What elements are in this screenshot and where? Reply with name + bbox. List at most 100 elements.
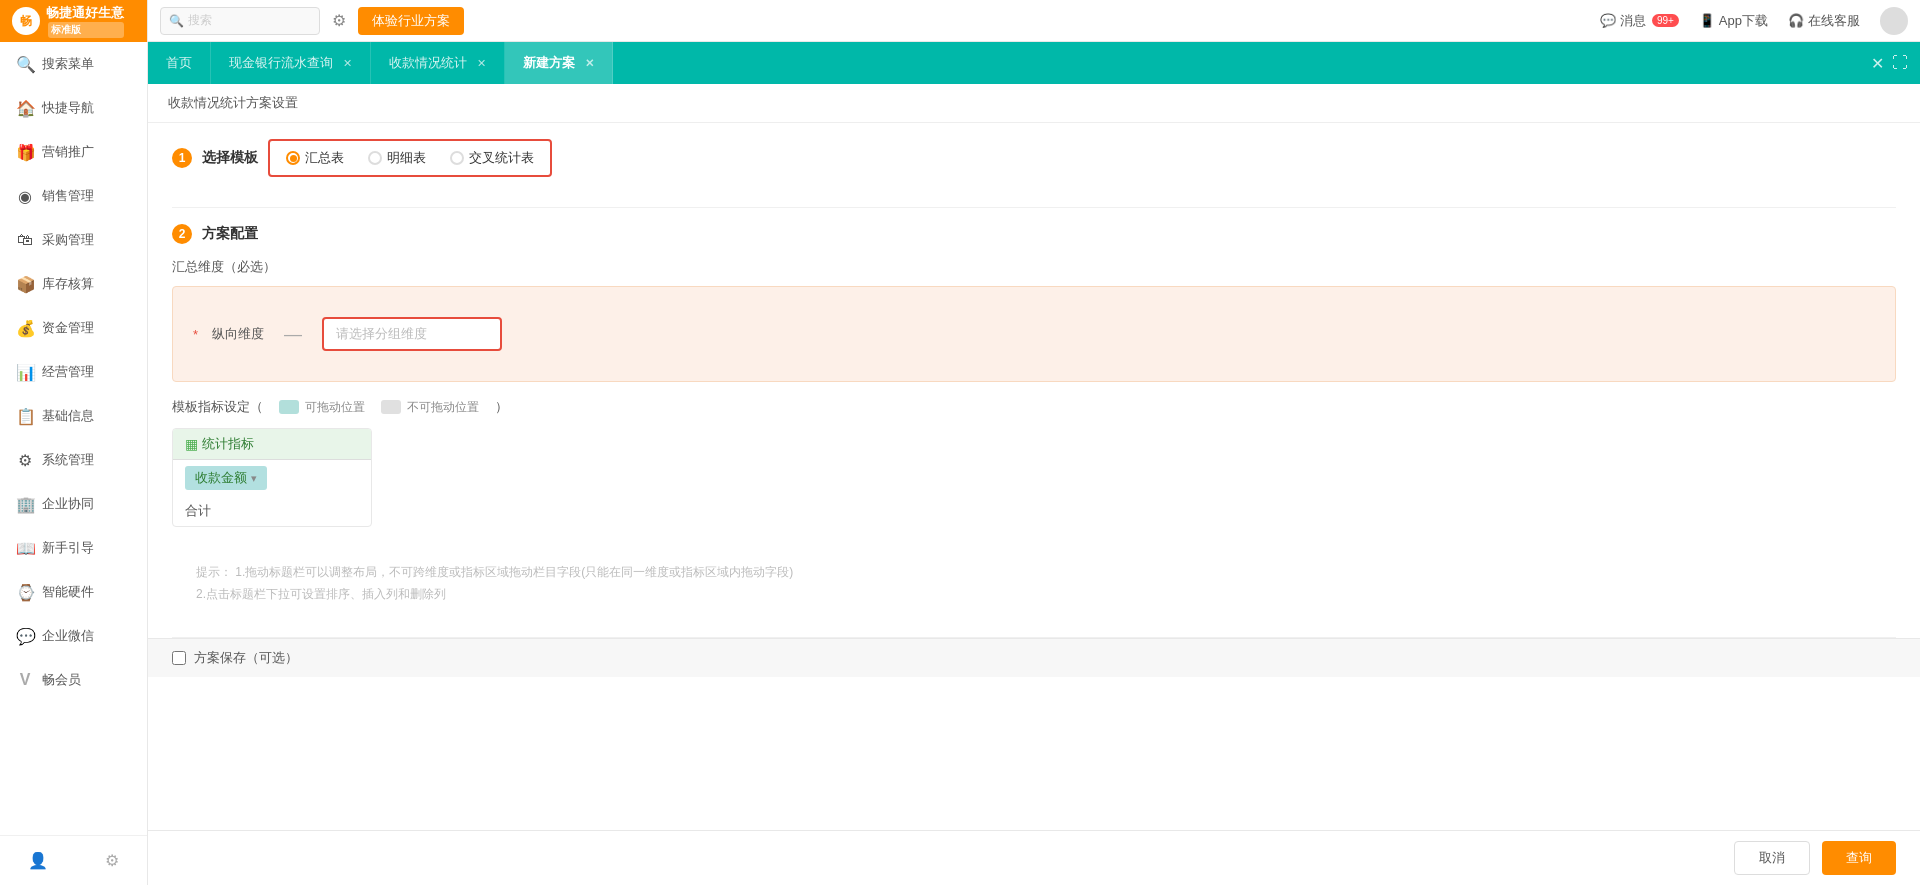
sidebar-item-enterprise-collab-label: 企业协同 bbox=[42, 495, 94, 513]
enterprise-collab-icon: 🏢 bbox=[16, 495, 34, 514]
sidebar-item-purchase[interactable]: 🛍 采购管理 bbox=[0, 218, 147, 262]
logo-text: 畅捷通好生意 bbox=[46, 4, 124, 22]
sidebar-item-sales-label: 销售管理 bbox=[42, 187, 94, 205]
sidebar-item-enterprise-wechat-label: 企业微信 bbox=[42, 627, 94, 645]
radio-detail[interactable]: 明细表 bbox=[368, 149, 426, 167]
sidebar-item-newbie[interactable]: 📖 新手引导 bbox=[0, 526, 147, 570]
tab-new-plan[interactable]: 新建方案 ✕ bbox=[505, 42, 613, 84]
smart-hw-icon: ⌚ bbox=[16, 583, 34, 602]
cancel-button[interactable]: 取消 bbox=[1734, 841, 1810, 875]
sidebar-item-operations[interactable]: 📊 经营管理 bbox=[0, 350, 147, 394]
topbar-online-service[interactable]: 🎧 在线客服 bbox=[1788, 12, 1860, 30]
arrow-icon: — bbox=[284, 324, 302, 345]
radio-cross-label: 交叉统计表 bbox=[469, 149, 534, 167]
sidebar-item-inventory-label: 库存核算 bbox=[42, 275, 94, 293]
sidebar-item-enterprise-collab[interactable]: 🏢 企业协同 bbox=[0, 482, 147, 526]
breadcrumb-text: 收款情况统计方案设置 bbox=[168, 95, 298, 110]
content-body: 1 选择模板 汇总表 明细表 交叉统计表 bbox=[148, 123, 1920, 830]
app-download-icon: 📱 bbox=[1699, 13, 1715, 28]
sidebar-item-quick-nav[interactable]: 🏠 快捷导航 bbox=[0, 86, 147, 130]
plan-config: 汇总维度（必选） * 纵向维度 — 请选择分组维度 bbox=[172, 258, 1896, 621]
home-icon: 🏠 bbox=[16, 99, 34, 118]
content-footer: 方案保存（可选） bbox=[148, 638, 1920, 677]
tab-collection-stats-close[interactable]: ✕ bbox=[477, 57, 486, 70]
tips-title: 提示： bbox=[196, 565, 232, 579]
indicator-table-header: ▦ 统计指标 bbox=[173, 429, 371, 460]
sidebar-item-inventory[interactable]: 📦 库存核算 bbox=[0, 262, 147, 306]
sidebar-item-finance[interactable]: 💰 资金管理 bbox=[0, 306, 147, 350]
system-icon: ⚙ bbox=[16, 451, 34, 470]
search-icon: 🔍 bbox=[16, 55, 34, 74]
step1-num: 1 bbox=[172, 148, 192, 168]
sidebar-item-search[interactable]: 🔍 搜索菜单 bbox=[0, 42, 147, 86]
topbar-app-download[interactable]: 📱 App下载 bbox=[1699, 12, 1768, 30]
user-avatar[interactable] bbox=[1880, 7, 1908, 35]
sidebar-item-system[interactable]: ⚙ 系统管理 bbox=[0, 438, 147, 482]
sidebar-item-member-label: 畅会员 bbox=[42, 671, 81, 689]
sidebar-item-enterprise-wechat[interactable]: 💬 企业微信 bbox=[0, 614, 147, 658]
operations-icon: 📊 bbox=[16, 363, 34, 382]
dimension-select[interactable]: 请选择分组维度 bbox=[322, 317, 502, 351]
topbar-right: 💬 消息 99+ 📱 App下载 🎧 在线客服 bbox=[1600, 7, 1908, 35]
tip-2: 2.点击标题栏下拉可设置排序、插入列和删除列 bbox=[196, 584, 1872, 606]
radio-detail-label: 明细表 bbox=[387, 149, 426, 167]
tab-home[interactable]: 首页 bbox=[148, 42, 211, 84]
sidebar-item-smart-hw[interactable]: ⌚ 智能硬件 bbox=[0, 570, 147, 614]
tab-new-plan-label: 新建方案 bbox=[523, 54, 575, 72]
tab-collection-stats[interactable]: 收款情况统计 ✕ bbox=[371, 42, 505, 84]
content-area: 收款情况统计方案设置 1 选择模板 汇总表 明细表 bbox=[148, 84, 1920, 885]
vertical-dimension-label: 纵向维度 bbox=[212, 325, 264, 343]
template-radio-group: 汇总表 明细表 交叉统计表 bbox=[268, 139, 552, 177]
sidebar-item-marketing[interactable]: 🎁 营销推广 bbox=[0, 130, 147, 174]
tab-home-label: 首页 bbox=[166, 54, 192, 72]
topbar-search[interactable]: 🔍 搜索 bbox=[160, 7, 320, 35]
message-label: 消息 bbox=[1620, 12, 1646, 30]
member-icon: V bbox=[16, 671, 34, 689]
inventory-icon: 📦 bbox=[16, 275, 34, 294]
tab-bank-flow[interactable]: 现金银行流水查询 ✕ bbox=[211, 42, 371, 84]
purchase-icon: 🛍 bbox=[16, 231, 34, 249]
step2-label: 方案配置 bbox=[202, 225, 258, 243]
indicator-header: 模板指标设定（ 可拖动位置 不可拖动位置 bbox=[172, 398, 1896, 416]
indicator-total-label: 合计 bbox=[185, 502, 211, 520]
online-service-icon: 🎧 bbox=[1788, 13, 1804, 28]
tip-1: 提示： 1.拖动标题栏可以调整布局，不可跨维度或指标区域拖动栏目字段(只能在同一… bbox=[196, 562, 1872, 584]
query-button[interactable]: 查询 bbox=[1822, 841, 1896, 875]
indicator-title: 模板指标设定（ bbox=[172, 398, 263, 416]
topbar-search-icon: 🔍 bbox=[169, 14, 184, 28]
dimension-area: * 纵向维度 — 请选择分组维度 bbox=[172, 286, 1896, 382]
step2-section: 2 方案配置 汇总维度（必选） * 纵向维度 — 请选择分组维度 bbox=[148, 208, 1920, 637]
indicator-section: 模板指标设定（ 可拖动位置 不可拖动位置 bbox=[172, 398, 1896, 530]
indicator-tag[interactable]: 收款金额 ▾ bbox=[185, 466, 267, 490]
sidebar-bottom-right[interactable]: ⚙ bbox=[105, 851, 119, 870]
sidebar-item-search-label: 搜索菜单 bbox=[42, 55, 94, 73]
save-plan-checkbox[interactable] bbox=[172, 651, 186, 665]
topbar-gear-icon[interactable]: ⚙ bbox=[332, 11, 346, 30]
sidebar-bottom-left[interactable]: 👤 bbox=[28, 851, 48, 870]
indicator-table-row-tag: 收款金额 ▾ bbox=[173, 460, 371, 496]
nav-tabs: 首页 现金银行流水查询 ✕ 收款情况统计 ✕ 新建方案 ✕ ✕ ⛶ bbox=[148, 42, 1920, 84]
topbar-industry-btn[interactable]: 体验行业方案 bbox=[358, 7, 464, 35]
radio-cross-circle bbox=[450, 151, 464, 165]
sidebar-item-marketing-label: 营销推广 bbox=[42, 143, 94, 161]
message-badge: 99+ bbox=[1652, 14, 1679, 27]
radio-cross[interactable]: 交叉统计表 bbox=[450, 149, 534, 167]
fullscreen-icon[interactable]: ⛶ bbox=[1892, 54, 1908, 72]
tab-new-plan-close[interactable]: ✕ bbox=[585, 57, 594, 70]
indicator-header-icon: ▦ bbox=[185, 436, 198, 452]
radio-summary[interactable]: 汇总表 bbox=[286, 149, 344, 167]
topbar-search-text: 搜索 bbox=[188, 12, 212, 29]
step1-title: 1 选择模板 汇总表 明细表 交叉统计表 bbox=[172, 139, 1896, 177]
app-download-label: App下载 bbox=[1719, 12, 1768, 30]
tab-collection-stats-label: 收款情况统计 bbox=[389, 54, 467, 72]
breadcrumb: 收款情况统计方案设置 bbox=[148, 84, 1920, 123]
fixed-box bbox=[381, 400, 401, 414]
sidebar-item-sales[interactable]: ◉ 销售管理 bbox=[0, 174, 147, 218]
tab-bank-flow-close[interactable]: ✕ bbox=[343, 57, 352, 70]
close-tab-icon[interactable]: ✕ bbox=[1871, 54, 1884, 73]
topbar-message[interactable]: 💬 消息 99+ bbox=[1600, 12, 1679, 30]
sidebar-item-member[interactable]: V 畅会员 bbox=[0, 658, 147, 702]
indicator-tag-dropdown[interactable]: ▾ bbox=[251, 472, 257, 485]
sidebar-item-basic-info[interactable]: 📋 基础信息 bbox=[0, 394, 147, 438]
message-icon: 💬 bbox=[1600, 13, 1616, 28]
